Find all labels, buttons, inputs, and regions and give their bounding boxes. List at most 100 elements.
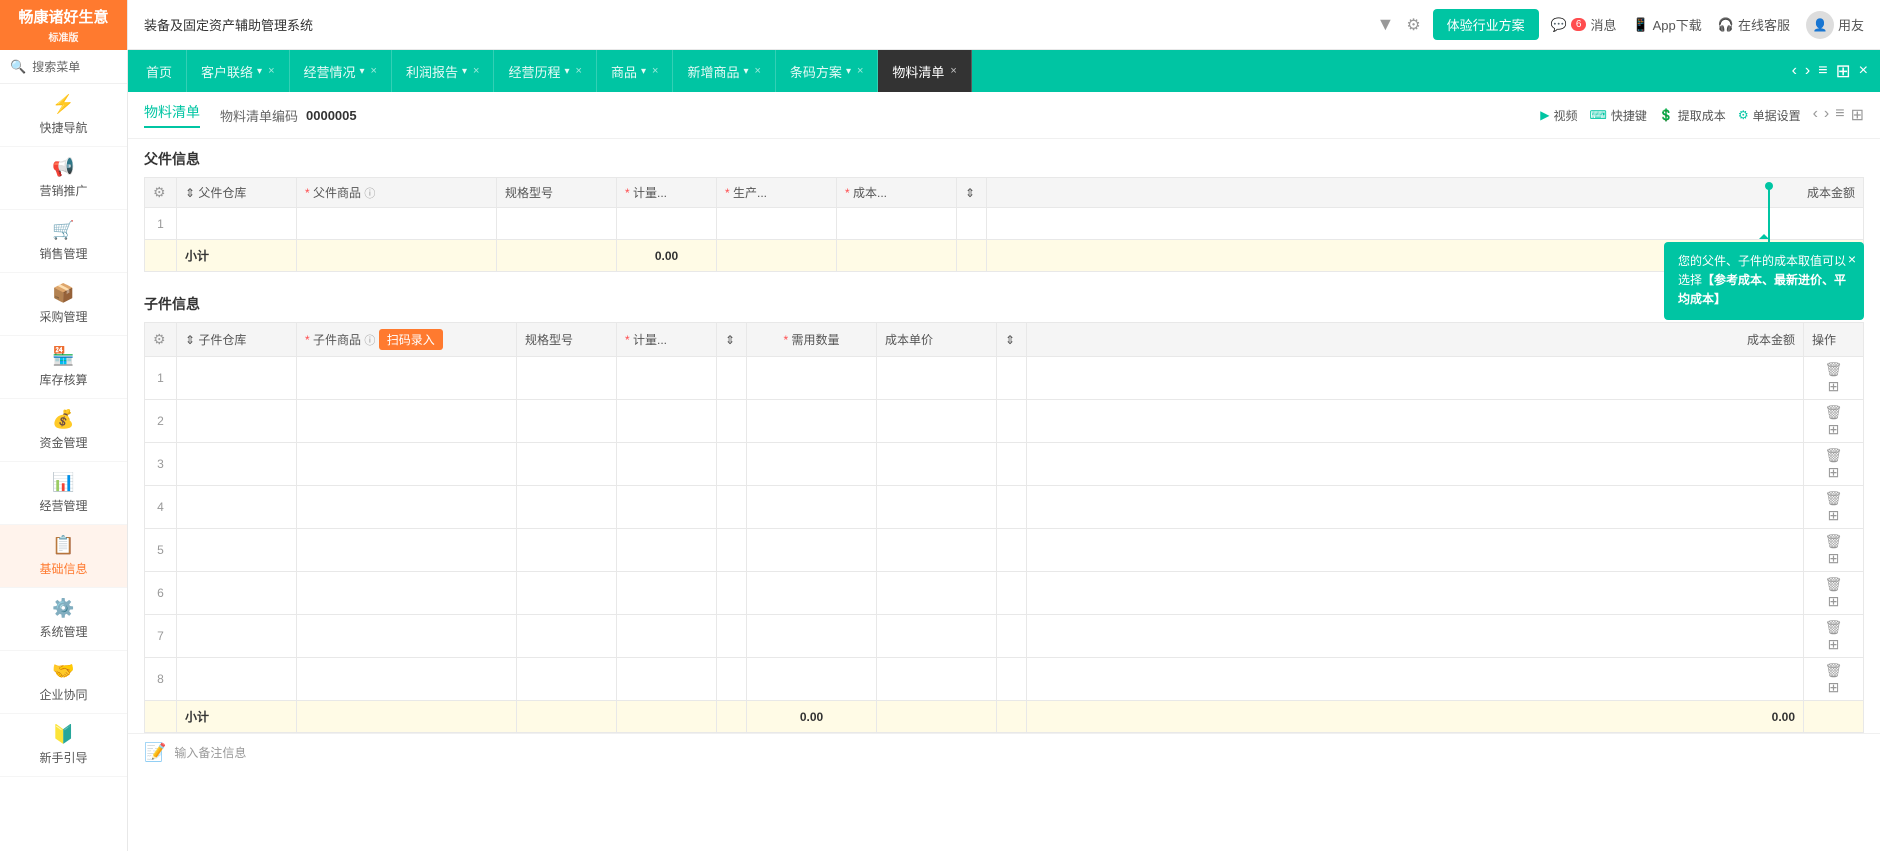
- parent-cost-amount-cell[interactable]: [987, 208, 1864, 240]
- tab-next-icon[interactable]: ›: [1805, 62, 1810, 80]
- child-quantity-cell[interactable]: [747, 572, 877, 615]
- tooltip-close-btn[interactable]: ×: [1848, 248, 1856, 270]
- tab-close-icon[interactable]: ×: [950, 65, 956, 77]
- tab-fullscreen-icon[interactable]: ⊞: [1836, 61, 1851, 82]
- note-placeholder[interactable]: 输入备注信息: [174, 744, 246, 761]
- sidebar-item-quick-nav[interactable]: ⚡ 快捷导航: [0, 84, 127, 147]
- sidebar-item-marketing[interactable]: 📢 营销推广: [0, 147, 127, 210]
- child-cost-amount-cell[interactable]: [1027, 615, 1804, 658]
- child-sort2-cell[interactable]: [997, 486, 1027, 529]
- child-unit-cell[interactable]: [617, 658, 717, 701]
- tab-close-icon[interactable]: ×: [473, 65, 479, 77]
- child-cost-amount-cell[interactable]: [1027, 443, 1804, 486]
- child-unit-cell[interactable]: [617, 572, 717, 615]
- child-unit-cost-cell[interactable]: [877, 357, 997, 400]
- sidebar-item-inventory[interactable]: 🏪 库存核算: [0, 336, 127, 399]
- tab-goods[interactable]: 商品 ▾ ×: [597, 50, 673, 92]
- copy-icon[interactable]: ⊞: [1828, 679, 1840, 695]
- parent-spec-cell[interactable]: [497, 208, 617, 240]
- child-sort-cell[interactable]: [717, 572, 747, 615]
- delete-icon[interactable]: 🗑: [1825, 361, 1843, 377]
- child-spec-cell[interactable]: [517, 615, 617, 658]
- child-spec-cell[interactable]: [517, 443, 617, 486]
- parent-cost-cell[interactable]: [837, 208, 957, 240]
- child-goods-cell[interactable]: [297, 529, 517, 572]
- copy-icon[interactable]: ⊞: [1828, 507, 1840, 523]
- cost-action[interactable]: 💲 提取成本: [1659, 107, 1726, 124]
- parent-sort-cell[interactable]: [957, 208, 987, 240]
- child-sort2-cell[interactable]: [997, 529, 1027, 572]
- child-unit-cell[interactable]: [617, 400, 717, 443]
- child-sort-cell[interactable]: [717, 658, 747, 701]
- child-cost-amount-cell[interactable]: [1027, 400, 1804, 443]
- parent-unit-cell[interactable]: [617, 208, 717, 240]
- child-goods-cell[interactable]: [297, 357, 517, 400]
- tab-operations-situation[interactable]: 经营情况 ▾ ×: [290, 50, 392, 92]
- child-sort2-cell[interactable]: [997, 572, 1027, 615]
- child-unit-cost-cell[interactable]: [877, 658, 997, 701]
- child-unit-cell[interactable]: [617, 486, 717, 529]
- child-sort2-cell[interactable]: [997, 443, 1027, 486]
- parent-col-settings[interactable]: ⚙: [145, 178, 177, 208]
- child-quantity-cell[interactable]: [747, 400, 877, 443]
- tab-home[interactable]: 首页: [132, 50, 187, 92]
- child-spec-cell[interactable]: [517, 400, 617, 443]
- copy-icon[interactable]: ⊞: [1828, 550, 1840, 566]
- child-cost-amount-cell[interactable]: [1027, 529, 1804, 572]
- child-goods-cell[interactable]: [297, 658, 517, 701]
- sidebar-item-purchase[interactable]: 📦 采购管理: [0, 273, 127, 336]
- child-spec-cell[interactable]: [517, 357, 617, 400]
- tab-menu-icon[interactable]: ≡: [1818, 62, 1827, 80]
- sidebar-item-finance[interactable]: 💰 资金管理: [0, 399, 127, 462]
- tab-barcode[interactable]: 条码方案 ▾ ×: [776, 50, 878, 92]
- delete-icon[interactable]: 🗑: [1825, 619, 1843, 635]
- tab-customer[interactable]: 客户联络 ▾ ×: [187, 50, 289, 92]
- child-warehouse-cell[interactable]: [177, 615, 297, 658]
- next-record-icon[interactable]: ›: [1824, 105, 1829, 125]
- child-warehouse-cell[interactable]: [177, 357, 297, 400]
- child-warehouse-cell[interactable]: [177, 400, 297, 443]
- delete-icon[interactable]: 🗑: [1825, 576, 1843, 592]
- child-quantity-cell[interactable]: [747, 615, 877, 658]
- tab-close-icon[interactable]: ×: [652, 65, 658, 77]
- tab-prev-icon[interactable]: ‹: [1792, 62, 1797, 80]
- dropdown-arrow-icon[interactable]: ▼: [1377, 14, 1395, 35]
- child-sort-cell[interactable]: [717, 400, 747, 443]
- child-unit-cell[interactable]: [617, 615, 717, 658]
- child-spec-cell[interactable]: [517, 658, 617, 701]
- expand-icon[interactable]: ⊞: [1851, 105, 1864, 125]
- child-goods-cell[interactable]: [297, 400, 517, 443]
- sidebar-item-operations[interactable]: 📊 经营管理: [0, 462, 127, 525]
- child-quantity-cell[interactable]: [747, 486, 877, 529]
- child-warehouse-cell[interactable]: [177, 572, 297, 615]
- child-quantity-cell[interactable]: [747, 658, 877, 701]
- delete-icon[interactable]: 🗑: [1825, 490, 1843, 506]
- list-view-icon[interactable]: ≡: [1835, 105, 1844, 125]
- child-warehouse-cell[interactable]: [177, 529, 297, 572]
- child-quantity-cell[interactable]: [747, 443, 877, 486]
- tab-history[interactable]: 经营历程 ▾ ×: [494, 50, 596, 92]
- tab-new-goods[interactable]: 新增商品 ▾ ×: [673, 50, 775, 92]
- parent-production-cell[interactable]: [717, 208, 837, 240]
- gear-icon[interactable]: ⚙: [1406, 15, 1420, 35]
- delete-icon[interactable]: 🗑: [1825, 662, 1843, 678]
- child-cost-amount-cell[interactable]: [1027, 357, 1804, 400]
- delete-icon[interactable]: 🗑: [1825, 447, 1843, 463]
- child-cost-amount-cell[interactable]: [1027, 658, 1804, 701]
- child-unit-cost-cell[interactable]: [877, 615, 997, 658]
- child-unit-cost-cell[interactable]: [877, 572, 997, 615]
- child-sort-cell[interactable]: [717, 357, 747, 400]
- copy-icon[interactable]: ⊞: [1828, 636, 1840, 652]
- child-goods-cell[interactable]: [297, 615, 517, 658]
- tab-close-icon[interactable]: ×: [371, 65, 377, 77]
- child-sort2-cell[interactable]: [997, 400, 1027, 443]
- child-goods-cell[interactable]: [297, 443, 517, 486]
- prev-record-icon[interactable]: ‹: [1813, 105, 1818, 125]
- sidebar-search[interactable]: 🔍 搜索菜单: [0, 50, 127, 84]
- sidebar-item-guide[interactable]: 🔰 新手引导: [0, 714, 127, 777]
- child-cost-amount-cell[interactable]: [1027, 572, 1804, 615]
- parent-goods-cell[interactable]: [297, 208, 497, 240]
- delete-icon[interactable]: 🗑: [1825, 533, 1843, 549]
- child-sort-cell[interactable]: [717, 486, 747, 529]
- scan-button[interactable]: 扫码录入: [379, 329, 443, 350]
